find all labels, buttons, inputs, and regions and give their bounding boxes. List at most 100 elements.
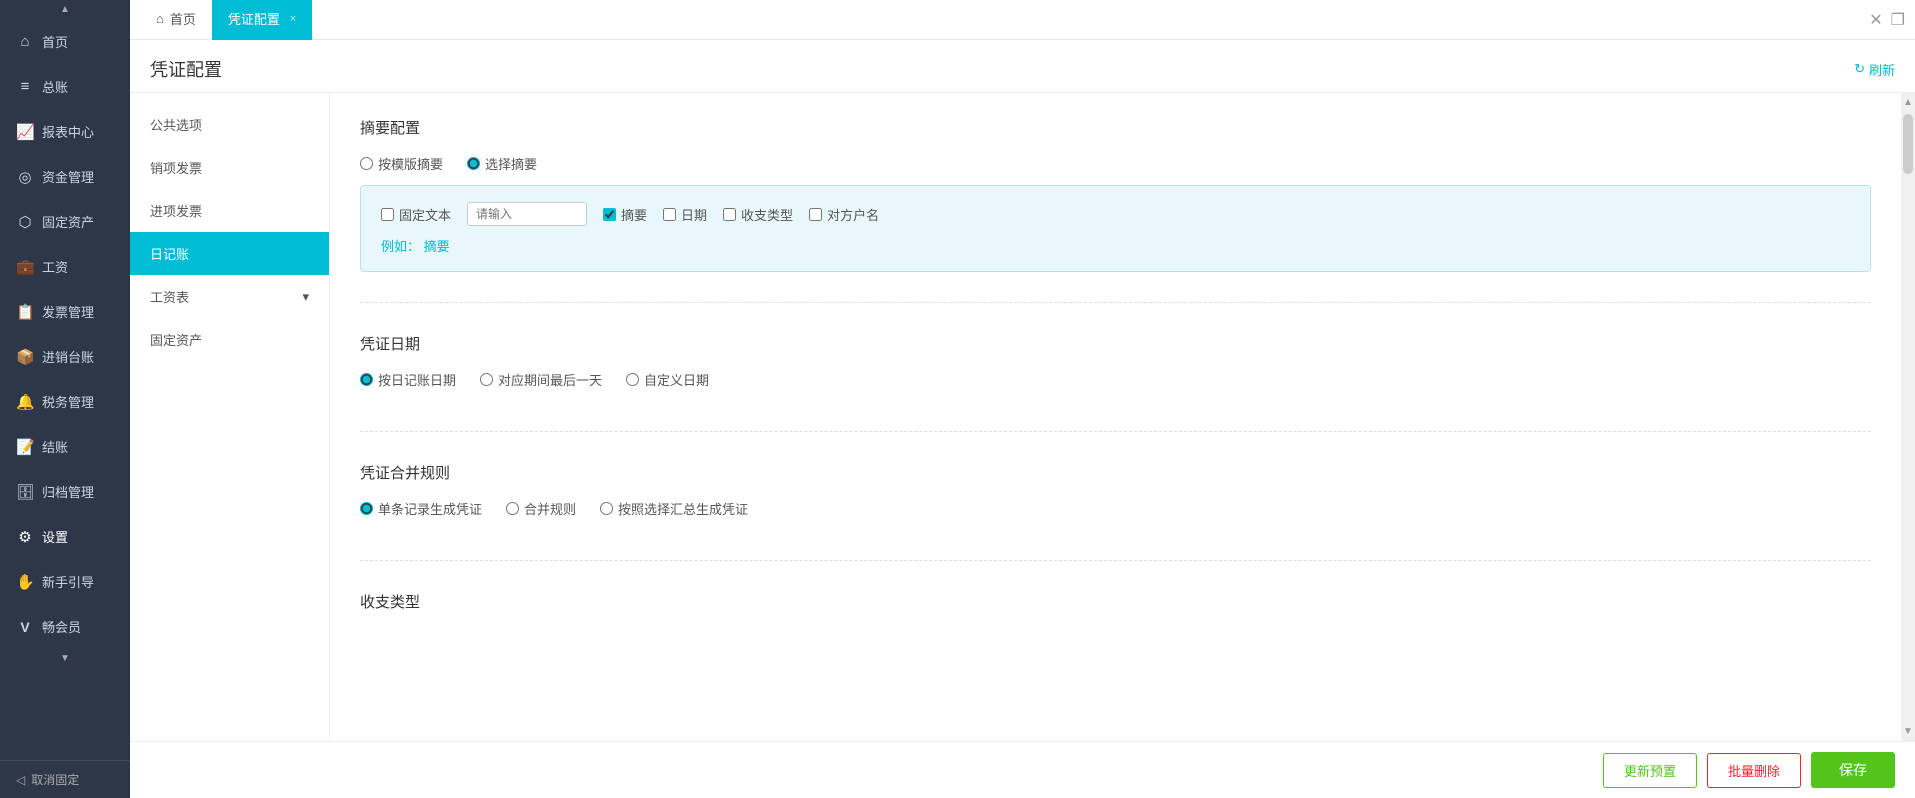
fixed-text-input[interactable] — [467, 202, 587, 226]
merge-section-title: 凭证合并规则 — [360, 462, 1871, 483]
scroll-down-button[interactable]: ▼ — [1901, 722, 1915, 741]
sidebar-label-guide: 新手引导 — [42, 572, 94, 591]
refresh-button[interactable]: ↻ 刷新 — [1854, 60, 1895, 79]
checkbox-date[interactable]: 日期 — [663, 205, 707, 224]
window-restore-icon[interactable]: ❐ — [1891, 10, 1905, 30]
checkbox-income-type[interactable]: 收支类型 — [723, 205, 793, 224]
sidebar-item-ledger[interactable]: ≡ 总账 — [0, 64, 130, 109]
tab-home[interactable]: ⌂ 首页 — [140, 0, 212, 40]
checkbox-fixed-text[interactable]: 固定文本 — [381, 205, 451, 224]
save-button[interactable]: 保存 — [1811, 752, 1895, 788]
left-nav-payroll-table[interactable]: 工资表 ▾ — [130, 275, 329, 318]
summary-radio-template[interactable]: 按模版摘要 — [360, 154, 443, 173]
sidebar-item-vip[interactable]: V 畅会员 — [0, 604, 130, 649]
single-record-label: 单条记录生成凭证 — [378, 499, 482, 518]
sidebar-scroll-up[interactable]: ▲ — [0, 0, 130, 19]
right-content: 摘要配置 按模版摘要 选择摘要 — [330, 93, 1901, 741]
bottom-action-bar: 更新预置 批量删除 保存 — [130, 741, 1915, 798]
tax-icon: 🔔 — [16, 393, 34, 411]
sidebar-item-tax[interactable]: 🔔 税务管理 — [0, 379, 130, 424]
sidebar-label-assets: 固定资产 — [42, 212, 94, 231]
merge-radio-rule[interactable]: 合并规则 — [506, 499, 576, 518]
checkbox-summary[interactable]: 摘要 — [603, 205, 647, 224]
sidebar-item-purchase[interactable]: 📦 进销台账 — [0, 334, 130, 379]
merge-rule-radio[interactable] — [506, 502, 519, 515]
sidebar-item-payroll[interactable]: 💼 工资 — [0, 244, 130, 289]
journal-date-label: 按日记账日期 — [378, 370, 456, 389]
left-nav-public-label: 公共选项 — [150, 115, 202, 134]
sidebar-item-settings[interactable]: ⚙ 设置 — [0, 514, 130, 559]
sidebar-item-assets[interactable]: ⬡ 固定资产 — [0, 199, 130, 244]
sidebar-unpin-button[interactable]: ◁ 取消固定 — [0, 760, 130, 798]
sidebar-item-guide[interactable]: ✋ 新手引导 — [0, 559, 130, 604]
left-nav-public[interactable]: 公共选项 — [130, 103, 329, 146]
left-nav-sales-label: 销项发票 — [150, 158, 202, 177]
sidebar-label-settings: 设置 — [42, 527, 68, 546]
left-nav-fixed-assets-label: 固定资产 — [150, 330, 202, 349]
date-checkbox[interactable] — [663, 208, 676, 221]
custom-date-radio[interactable] — [626, 373, 639, 386]
tab-bar: ⌂ 首页 凭证配置 × ✕ ❐ — [130, 0, 1915, 40]
last-day-radio[interactable] — [480, 373, 493, 386]
income-type-checkbox[interactable] — [723, 208, 736, 221]
counterpart-checkbox[interactable] — [809, 208, 822, 221]
closing-icon: 📝 — [16, 438, 34, 456]
summary-section: 摘要配置 按模版摘要 选择摘要 — [360, 117, 1871, 303]
checkbox-counterpart[interactable]: 对方户名 — [809, 205, 879, 224]
sidebar-label-payroll: 工资 — [42, 257, 68, 276]
fixed-text-checkbox[interactable] — [381, 208, 394, 221]
summary-radio-select[interactable]: 选择摘要 — [467, 154, 537, 173]
sidebar-item-archive[interactable]: 🗄 归档管理 — [0, 469, 130, 514]
tab-voucher-config[interactable]: 凭证配置 × — [212, 0, 312, 40]
date-radio-journal[interactable]: 按日记账日期 — [360, 370, 456, 389]
scroll-thumb[interactable] — [1903, 114, 1913, 174]
sidebar-item-closing[interactable]: 📝 结账 — [0, 424, 130, 469]
summary-checkbox[interactable] — [603, 208, 616, 221]
example-prefix: 例如： — [381, 239, 420, 254]
sidebar-label-invoice: 发票管理 — [42, 302, 94, 321]
merge-radio-select[interactable]: 按照选择汇总生成凭证 — [600, 499, 748, 518]
sidebar-label-capital: 资金管理 — [42, 167, 94, 186]
batch-delete-button[interactable]: 批量删除 — [1707, 753, 1801, 788]
select-merge-radio[interactable] — [600, 502, 613, 515]
sidebar-item-capital[interactable]: ◎ 资金管理 — [0, 154, 130, 199]
sidebar-item-report[interactable]: 📈 报表中心 — [0, 109, 130, 154]
sidebar-label-tax: 税务管理 — [42, 392, 94, 411]
sidebar-item-home[interactable]: ⌂ 首页 — [0, 19, 130, 64]
invoice-icon: 📋 — [16, 303, 34, 321]
date-radio-last-day[interactable]: 对应期间最后一天 — [480, 370, 602, 389]
refresh-icon: ↻ — [1854, 61, 1865, 77]
purchase-icon: 📦 — [16, 348, 34, 366]
merge-radio-single[interactable]: 单条记录生成凭证 — [360, 499, 482, 518]
sidebar-item-invoice[interactable]: 📋 发票管理 — [0, 289, 130, 334]
journal-date-radio[interactable] — [360, 373, 373, 386]
tab-close-icon[interactable]: × — [290, 13, 296, 25]
date-radio-group: 按日记账日期 对应期间最后一天 自定义日期 — [360, 370, 1871, 389]
scroll-up-button[interactable]: ▲ — [1901, 93, 1915, 112]
page-header: 凭证配置 ↻ 刷新 — [130, 40, 1915, 93]
refresh-label: 刷新 — [1869, 60, 1895, 79]
summary-select-radio[interactable] — [467, 157, 480, 170]
left-nav-purchase-invoice[interactable]: 进项发票 — [130, 189, 329, 232]
payroll-icon: 💼 — [16, 258, 34, 276]
left-nav-journal[interactable]: 日记账 — [130, 232, 329, 275]
sidebar-scroll-down[interactable]: ▼ — [0, 649, 130, 668]
left-nav-fixed-assets[interactable]: 固定资产 — [130, 318, 329, 361]
sidebar-label-ledger: 总账 — [42, 77, 68, 96]
window-close-icon[interactable]: ✕ — [1869, 10, 1882, 30]
date-section-title: 凭证日期 — [360, 333, 1871, 354]
sidebar-label-vip: 畅会员 — [42, 617, 81, 636]
update-preview-button[interactable]: 更新预置 — [1603, 753, 1697, 788]
home-tab-icon: ⌂ — [156, 11, 164, 26]
archive-icon: 🗄 — [16, 483, 34, 501]
ledger-icon: ≡ — [16, 78, 34, 95]
single-record-radio[interactable] — [360, 502, 373, 515]
summary-template-radio[interactable] — [360, 157, 373, 170]
summary-template-label: 按模版摘要 — [378, 154, 443, 173]
home-icon: ⌂ — [16, 33, 34, 50]
left-nav-sales[interactable]: 销项发票 — [130, 146, 329, 189]
guide-icon: ✋ — [16, 573, 34, 591]
left-nav-purchase-label: 进项发票 — [150, 201, 202, 220]
date-radio-custom[interactable]: 自定义日期 — [626, 370, 709, 389]
sidebar-bottom-label: 取消固定 — [31, 771, 79, 788]
